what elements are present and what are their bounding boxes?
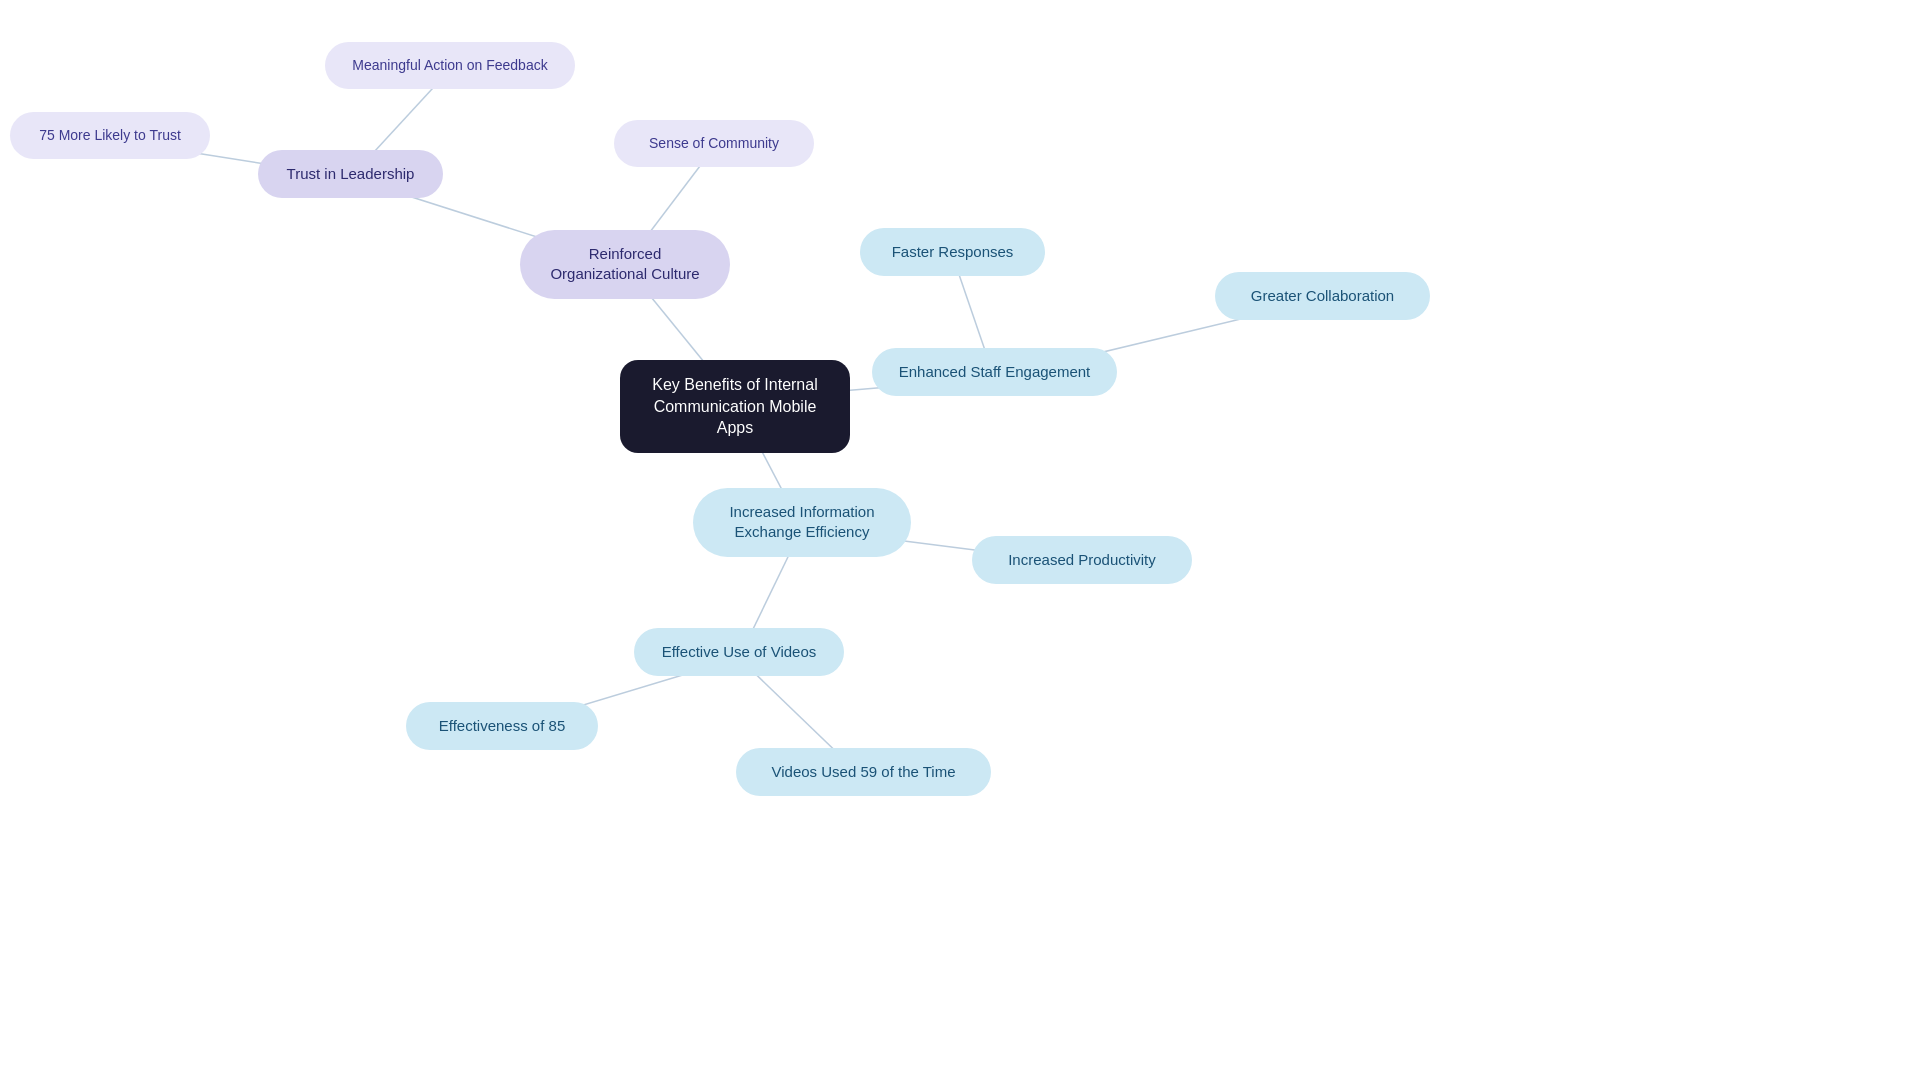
effectiveness-85-node: Effectiveness of 85 [406,702,598,750]
trust-leadership-node: Trust in Leadership [258,150,443,198]
center-node: Key Benefits of Internal Communication M… [620,360,850,453]
faster-responses-node: Faster Responses [860,228,1045,276]
sense-community-node: Sense of Community [614,120,814,167]
videos-used-node: Videos Used 59 of the Time [736,748,991,796]
reinforced-org-culture-node: Reinforced Organizational Culture [520,230,730,299]
increased-info-node: Increased Information Exchange Efficienc… [693,488,911,557]
effective-videos-node: Effective Use of Videos [634,628,844,676]
increased-prod-node: Increased Productivity [972,536,1192,584]
meaningful-action-node: Meaningful Action on Feedback [325,42,575,89]
enhanced-staff-node: Enhanced Staff Engagement [872,348,1117,396]
75-trust-node: 75 More Likely to Trust [10,112,210,159]
greater-collab-node: Greater Collaboration [1215,272,1430,320]
